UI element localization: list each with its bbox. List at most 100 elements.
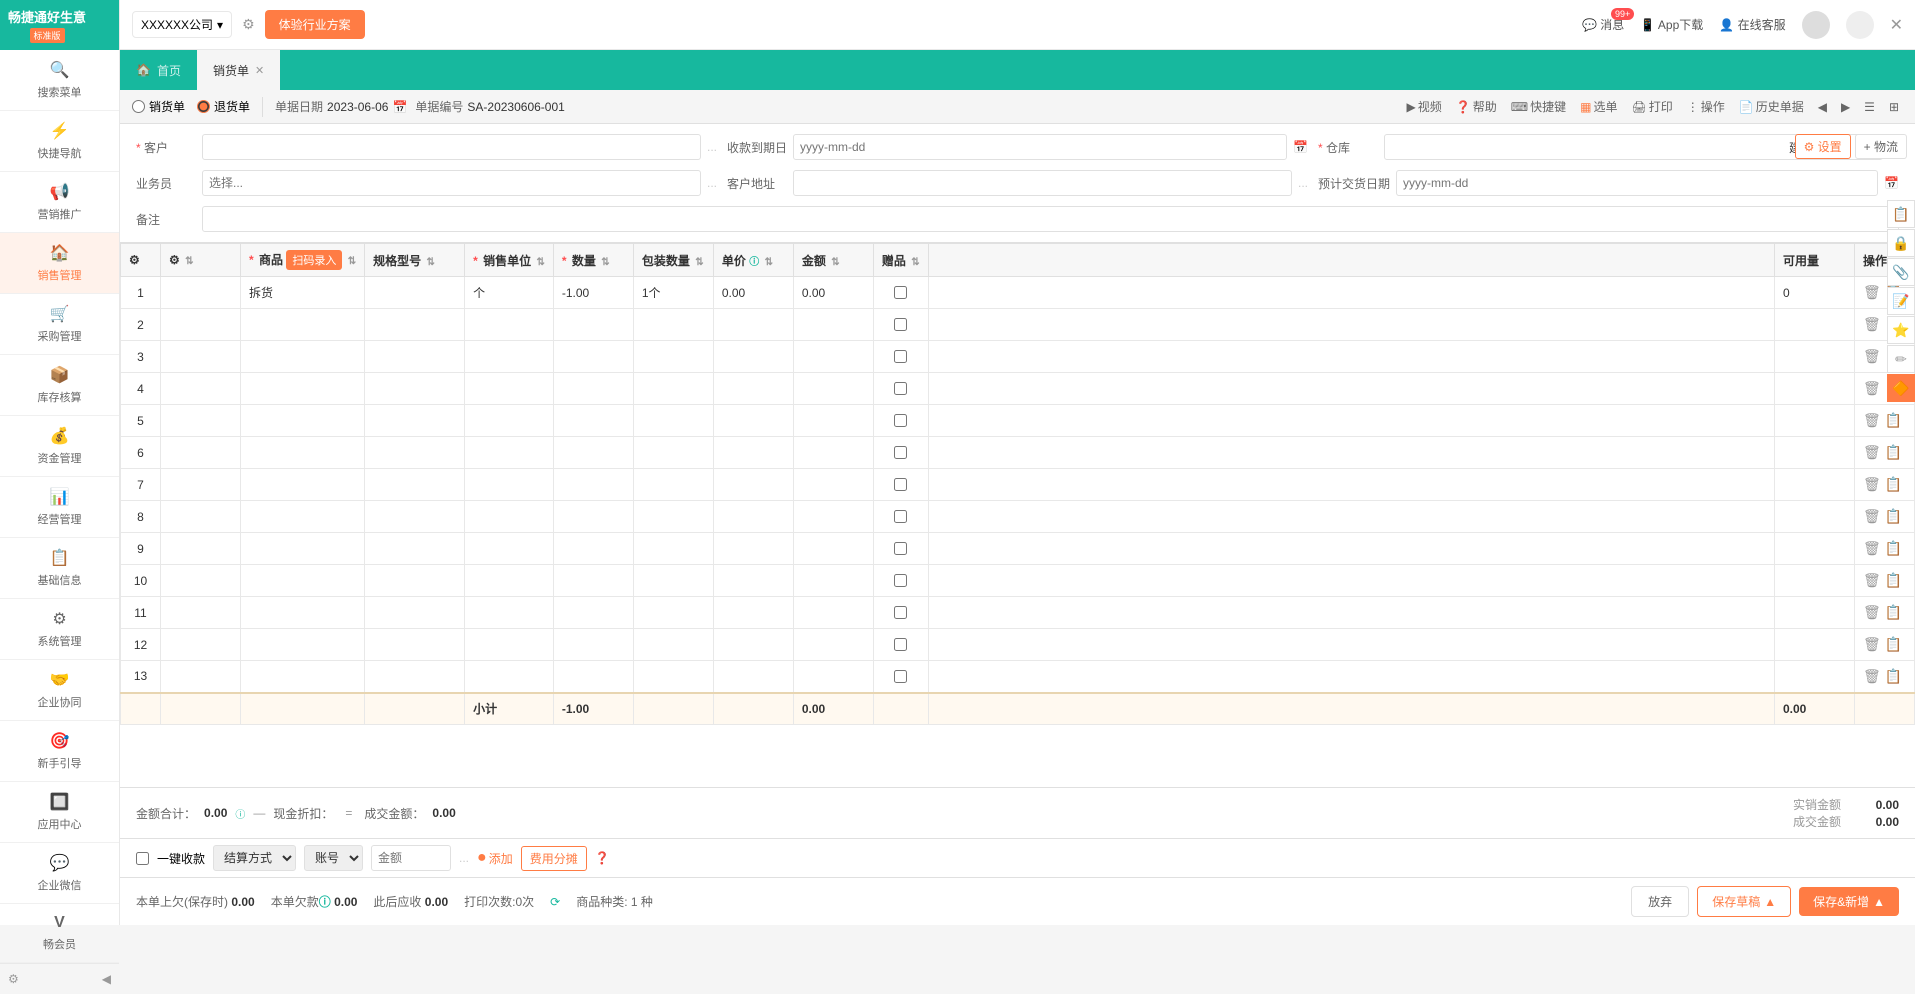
row-pkgqty[interactable] (633, 565, 713, 597)
calendar3-icon[interactable]: 📅 (1884, 176, 1899, 190)
row-unit[interactable] (465, 661, 554, 693)
row-product[interactable] (241, 309, 365, 341)
delete-icon[interactable]: 🗑 (1863, 508, 1881, 525)
row-barcode[interactable] (161, 405, 241, 437)
gift-checkbox[interactable] (894, 286, 907, 299)
amount-input[interactable] (371, 845, 451, 871)
row-gift[interactable] (873, 629, 928, 661)
row-spec[interactable] (365, 309, 465, 341)
row-unit[interactable] (465, 469, 554, 501)
row-amount[interactable] (793, 437, 873, 469)
tab-home[interactable]: 🏠 首页 (120, 50, 197, 90)
row-qty[interactable] (553, 341, 633, 373)
account-select[interactable]: 账号 (304, 845, 363, 871)
row-product[interactable] (241, 341, 365, 373)
gift-checkbox[interactable] (894, 510, 907, 523)
row-amount[interactable] (793, 405, 873, 437)
customer-input[interactable] (202, 134, 701, 160)
row-unit[interactable] (465, 373, 554, 405)
row-qty[interactable] (553, 533, 633, 565)
row-pkgqty[interactable] (633, 661, 713, 693)
row-qty[interactable] (553, 469, 633, 501)
dots-icon[interactable]: ... (459, 851, 469, 865)
company-selector[interactable]: XXXXXX公司 ▾ (132, 11, 232, 38)
row-price[interactable] (713, 661, 793, 693)
row-barcode[interactable] (161, 469, 241, 501)
row-gift[interactable] (873, 309, 928, 341)
row-qty[interactable] (553, 309, 633, 341)
row-spec[interactable] (365, 565, 465, 597)
app-download-button[interactable]: 📱 App下载 (1640, 16, 1703, 33)
row-product[interactable] (241, 405, 365, 437)
row-amount[interactable] (793, 373, 873, 405)
onepay-checkbox[interactable] (136, 852, 149, 865)
row-price[interactable] (713, 629, 793, 661)
row-unit[interactable] (465, 533, 554, 565)
radio-return-input[interactable] (197, 100, 210, 113)
row-amount[interactable] (793, 469, 873, 501)
copy-icon[interactable]: 📋 (1885, 636, 1902, 653)
address-input[interactable] (793, 170, 1292, 196)
row-gift[interactable] (873, 437, 928, 469)
radio-sales-input[interactable] (132, 100, 145, 113)
row-amount[interactable] (793, 501, 873, 533)
row-gift[interactable] (873, 501, 928, 533)
delete-icon[interactable]: 🗑 (1863, 284, 1881, 301)
close-icon[interactable]: ✕ (1890, 15, 1903, 35)
sidebar-collapse-icon[interactable]: ◀ (102, 972, 111, 986)
gift-checkbox[interactable] (894, 478, 907, 491)
row-price[interactable] (713, 469, 793, 501)
row-qty[interactable] (553, 405, 633, 437)
row-amount[interactable] (793, 661, 873, 693)
add-payment-button[interactable]: ● 添加 (477, 849, 513, 867)
row-qty[interactable] (553, 373, 633, 405)
calendar2-icon[interactable]: 📅 (1293, 140, 1308, 154)
list-view-button[interactable]: ☰ (1860, 98, 1879, 116)
shortcut-button[interactable]: ⌨ 快捷键 (1507, 96, 1570, 117)
sort-icon[interactable]: ⇅ (185, 256, 193, 267)
row-spec[interactable] (365, 629, 465, 661)
copy-icon[interactable]: 📋 (1885, 540, 1902, 557)
sidebar-item-basic[interactable]: 📋 基础信息 (0, 538, 119, 599)
row-price[interactable] (713, 533, 793, 565)
abandon-button[interactable]: 放弃 (1631, 886, 1689, 917)
delete-icon[interactable]: 🗑 (1863, 316, 1881, 333)
delete-icon[interactable]: 🗑 (1863, 572, 1881, 589)
row-unit[interactable] (465, 437, 554, 469)
row-qty[interactable] (553, 661, 633, 693)
delete-icon[interactable]: 🗑 (1863, 412, 1881, 429)
float-btn-3[interactable]: 📎 (1887, 258, 1915, 286)
row-unit[interactable]: 个 (465, 277, 554, 309)
sidebar-item-marketing[interactable]: 📢 营销推广 (0, 172, 119, 233)
row-gift[interactable] (873, 661, 928, 693)
logistics-button[interactable]: + 物流 (1855, 134, 1907, 159)
float-btn-7[interactable]: 🔶 (1887, 374, 1915, 402)
sort-icon[interactable]: ⇅ (765, 257, 773, 268)
gear-icon[interactable]: ⚙ (242, 16, 255, 33)
collect-date-input[interactable] (793, 134, 1287, 160)
refresh-icon[interactable]: ⟳ (550, 895, 560, 909)
gift-checkbox[interactable] (894, 414, 907, 427)
trial-button[interactable]: 体验行业方案 (265, 10, 365, 39)
sidebar-item-system[interactable]: ⚙ 系统管理 (0, 599, 119, 660)
row-pkgqty[interactable] (633, 309, 713, 341)
row-qty[interactable]: -1.00 (553, 277, 633, 309)
sidebar-item-guide[interactable]: 🎯 新手引导 (0, 721, 119, 782)
gift-checkbox[interactable] (894, 382, 907, 395)
copy-icon[interactable]: 📋 (1885, 412, 1902, 429)
row-price[interactable] (713, 597, 793, 629)
row-price[interactable] (713, 373, 793, 405)
float-btn-5[interactable]: ⭐ (1887, 316, 1915, 344)
customer-dots[interactable]: ... (707, 140, 717, 154)
delete-icon[interactable]: 🗑 (1863, 348, 1881, 365)
row-amount[interactable] (793, 533, 873, 565)
row-product[interactable] (241, 661, 365, 693)
remark-input[interactable] (202, 206, 1899, 232)
gift-checkbox[interactable] (894, 542, 907, 555)
message-button[interactable]: 💬 消息 99+ (1582, 16, 1624, 33)
row-product[interactable] (241, 469, 365, 501)
row-qty[interactable] (553, 565, 633, 597)
save-new-button[interactable]: 保存&新增 ▲ (1799, 887, 1899, 916)
row-spec[interactable] (365, 469, 465, 501)
operation-button[interactable]: ⋮ 操作 (1683, 96, 1729, 117)
